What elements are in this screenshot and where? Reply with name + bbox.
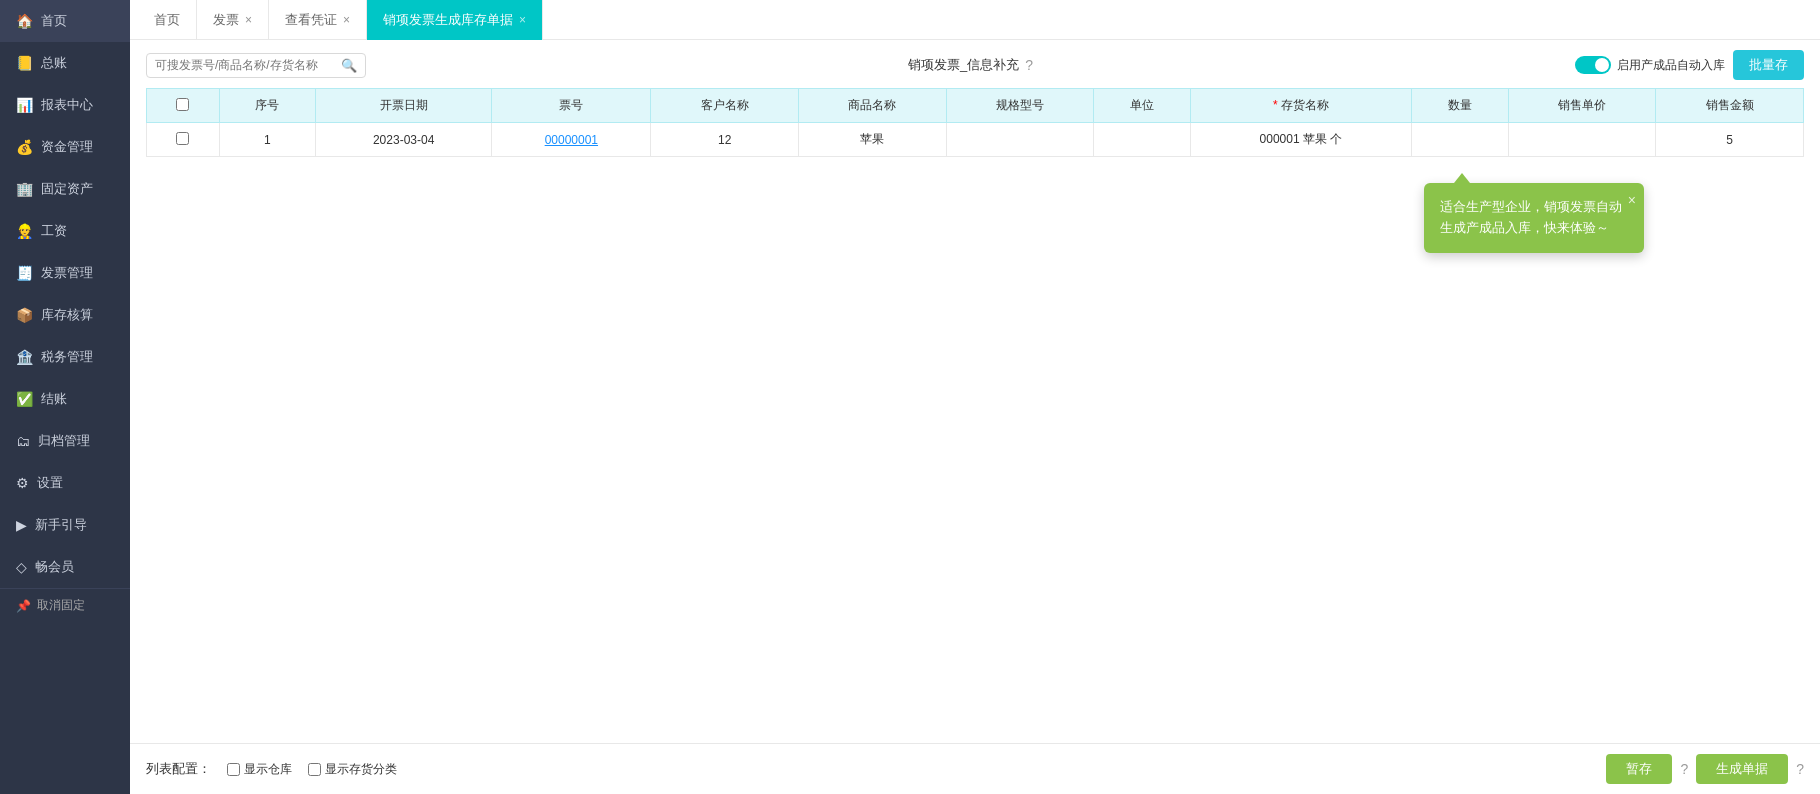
sidebar-item-archive[interactable]: 🗂 归档管理 [0, 420, 130, 462]
reports-icon: 📊 [16, 97, 33, 113]
save-help-icon[interactable]: ? [1680, 761, 1688, 777]
sidebar-item-tax[interactable]: 🏦 税务管理 [0, 336, 130, 378]
sidebar-item-settlement[interactable]: ✅ 结账 [0, 378, 130, 420]
batch-save-button[interactable]: 批量存 [1733, 50, 1804, 80]
toolbar-right: 启用产成品自动入库 批量存 [1575, 50, 1804, 80]
row-quantity [1412, 123, 1508, 157]
tab-generate-stock[interactable]: 销项发票生成库存单据 × [367, 0, 543, 40]
show-warehouse-checkbox-container[interactable]: 显示仓库 [227, 761, 292, 778]
select-all-checkbox[interactable] [176, 98, 189, 111]
show-warehouse-checkbox[interactable] [227, 763, 240, 776]
table-body: 1 2023-03-04 00000001 12 苹果 [147, 123, 1804, 157]
col-spec: 规格型号 [946, 89, 1094, 123]
page-content: 🔍 销项发票_信息补充 ? 启用产成品自动入库 批量存 [130, 40, 1820, 743]
row-product: 苹果 [799, 123, 947, 157]
row-date: 2023-03-04 [316, 123, 492, 157]
toggle-container: 启用产成品自动入库 [1575, 56, 1725, 74]
generate-button[interactable]: 生成单据 [1696, 754, 1788, 784]
toolbar-center: 销项发票_信息补充 ? [908, 56, 1033, 74]
tab-view-voucher-close[interactable]: × [343, 13, 350, 27]
tab-generate-stock-close[interactable]: × [519, 13, 526, 27]
table-row: 1 2023-03-04 00000001 12 苹果 [147, 123, 1804, 157]
funds-icon: 💰 [16, 139, 33, 155]
salary-icon: 👷 [16, 223, 33, 239]
member-icon: ◇ [16, 559, 27, 575]
toggle-label: 启用产成品自动入库 [1617, 57, 1725, 74]
toolbar-left: 🔍 [146, 53, 366, 78]
tooltip-popup: × 适合生产型企业，销项发票自动生成产成品入库，快来体验～ [1424, 183, 1644, 253]
table-header-row: 序号 开票日期 票号 客户名称 商品名称 [147, 89, 1804, 123]
guide-icon: ▶ [16, 517, 27, 533]
show-category-checkbox[interactable] [308, 763, 321, 776]
table-container: 序号 开票日期 票号 客户名称 商品名称 [146, 88, 1804, 733]
inventory-icon: 📦 [16, 307, 33, 323]
tab-invoice-close[interactable]: × [245, 13, 252, 27]
show-category-checkbox-container[interactable]: 显示存货分类 [308, 761, 397, 778]
sidebar-item-reports[interactable]: 📊 报表中心 [0, 84, 130, 126]
invoice-icon: 🧾 [16, 265, 33, 281]
sidebar-item-member[interactable]: ◇ 畅会员 [0, 546, 130, 588]
row-ticket-no[interactable]: 00000001 [492, 123, 651, 157]
toolbar-row: 🔍 销项发票_信息补充 ? 启用产成品自动入库 批量存 [146, 50, 1804, 80]
col-product: 商品名称 [799, 89, 947, 123]
col-seq: 序号 [219, 89, 315, 123]
tab-view-voucher[interactable]: 查看凭证 × [269, 0, 367, 40]
bottom-bar-actions: 暂存 ? 生成单据 ? [1606, 754, 1804, 784]
archive-icon: 🗂 [16, 433, 30, 449]
row-unit [1094, 123, 1190, 157]
tab-home[interactable]: 首页 [138, 0, 197, 40]
row-spec [946, 123, 1094, 157]
col-ticket-no: 票号 [492, 89, 651, 123]
sidebar-item-assets[interactable]: 🏢 固定资产 [0, 168, 130, 210]
data-table: 序号 开票日期 票号 客户名称 商品名称 [146, 88, 1804, 157]
tax-icon: 🏦 [16, 349, 33, 365]
row-stock-name: 000001 苹果 个 [1190, 123, 1412, 157]
settings-icon: ⚙ [16, 475, 29, 491]
col-checkbox [147, 89, 220, 123]
tooltip-close-button[interactable]: × [1628, 189, 1636, 211]
col-customer: 客户名称 [651, 89, 799, 123]
row-amount: 5 [1656, 123, 1804, 157]
center-label: 销项发票_信息补充 [908, 56, 1019, 74]
sidebar-item-salary[interactable]: 👷 工资 [0, 210, 130, 252]
row-customer: 12 [651, 123, 799, 157]
sidebar-item-home[interactable]: 🏠 首页 [0, 0, 130, 42]
generate-help-icon[interactable]: ? [1796, 761, 1804, 777]
list-config-label: 列表配置： [146, 760, 211, 778]
row-seq: 1 [219, 123, 315, 157]
sidebar-item-settings[interactable]: ⚙ 设置 [0, 462, 130, 504]
search-input[interactable] [155, 58, 341, 72]
search-icon: 🔍 [341, 58, 357, 73]
col-stock-name: * 存货名称 [1190, 89, 1412, 123]
sidebar-item-ledger[interactable]: 📒 总账 [0, 42, 130, 84]
col-amount: 销售金额 [1656, 89, 1804, 123]
col-unit: 单位 [1094, 89, 1190, 123]
sidebar-item-guide[interactable]: ▶ 新手引导 [0, 504, 130, 546]
search-box[interactable]: 🔍 [146, 53, 366, 78]
unpin-icon: 📌 [16, 599, 31, 613]
home-icon: 🏠 [16, 13, 33, 29]
tooltip-text: 适合生产型企业，销项发票自动生成产成品入库，快来体验～ [1440, 199, 1622, 235]
bottom-bar: 列表配置： 显示仓库 显示存货分类 暂存 ? 生成单据 ? [130, 743, 1820, 794]
unpin-pin[interactable]: 📌 取消固定 [0, 588, 130, 622]
row-checkbox[interactable] [176, 132, 189, 145]
save-button[interactable]: 暂存 [1606, 754, 1672, 784]
main-area: 首页 发票 × 查看凭证 × 销项发票生成库存单据 × 🔍 销项发票_信息补充 [130, 0, 1820, 794]
col-quantity: 数量 [1412, 89, 1508, 123]
sidebar: 🏠 首页 📒 总账 📊 报表中心 💰 资金管理 🏢 固定资产 👷 工资 🧾 发票… [0, 0, 130, 794]
tab-invoice[interactable]: 发票 × [197, 0, 269, 40]
sidebar-item-invoice[interactable]: 🧾 发票管理 [0, 252, 130, 294]
auto-warehouse-toggle[interactable] [1575, 56, 1611, 74]
col-date: 开票日期 [316, 89, 492, 123]
sidebar-item-inventory[interactable]: 📦 库存核算 [0, 294, 130, 336]
row-checkbox-cell [147, 123, 220, 157]
ledger-icon: 📒 [16, 55, 33, 71]
settlement-icon: ✅ [16, 391, 33, 407]
tab-bar: 首页 发票 × 查看凭证 × 销项发票生成库存单据 × [130, 0, 1820, 40]
sidebar-item-funds[interactable]: 💰 资金管理 [0, 126, 130, 168]
row-unit-price [1508, 123, 1656, 157]
info-icon[interactable]: ? [1025, 57, 1033, 73]
col-unit-price: 销售单价 [1508, 89, 1656, 123]
assets-icon: 🏢 [16, 181, 33, 197]
